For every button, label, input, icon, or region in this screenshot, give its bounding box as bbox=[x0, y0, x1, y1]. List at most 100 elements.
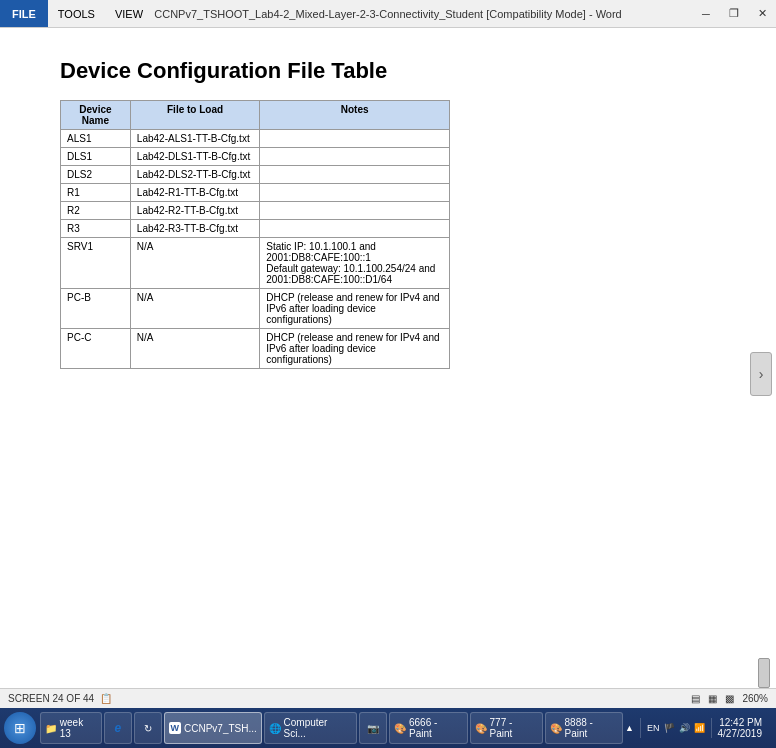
view-icon-1[interactable]: ▤ bbox=[691, 693, 700, 704]
taskbar-item-label: week 13 bbox=[60, 717, 97, 739]
cell-file-to-load: N/A bbox=[130, 238, 259, 289]
cell-notes: Static IP: 10.1.100.1 and 2001:DB8:CAFE:… bbox=[260, 238, 450, 289]
cell-file-to-load: N/A bbox=[130, 289, 259, 329]
taskbar-item-week13[interactable]: 📁 week 13 bbox=[40, 712, 102, 744]
status-bar: SCREEN 24 OF 44 📋 ▤ ▦ ▩ 260% bbox=[0, 688, 776, 708]
taskbar-paint2-label: 777 - Paint bbox=[490, 717, 538, 739]
tools-menu[interactable]: TOOLS bbox=[48, 0, 105, 27]
device-config-table: Device Name File to Load Notes ALS1Lab42… bbox=[60, 100, 450, 369]
screen-info: SCREEN 24 OF 44 bbox=[8, 693, 94, 704]
paint-icon-1: 🎨 bbox=[394, 723, 406, 734]
header-notes: Notes bbox=[260, 101, 450, 130]
cell-device-name: PC-B bbox=[61, 289, 131, 329]
taskbar-item-paint3[interactable]: 🎨 8888 - Paint bbox=[545, 712, 624, 744]
status-left: SCREEN 24 OF 44 📋 bbox=[8, 693, 112, 704]
cell-notes bbox=[260, 184, 450, 202]
start-button[interactable]: ⊞ bbox=[4, 712, 36, 744]
tray-speaker: 🔊 bbox=[679, 723, 690, 733]
file-menu[interactable]: FILE bbox=[0, 0, 48, 27]
tray-separator bbox=[640, 718, 641, 738]
table-row: PC-CN/ADHCP (release and renew for IPv4 … bbox=[61, 329, 450, 369]
taskbar-item-ie[interactable]: e bbox=[104, 712, 132, 744]
table-row: R1Lab42-R1-TT-B-Cfg.txt bbox=[61, 184, 450, 202]
table-body: ALS1Lab42-ALS1-TT-B-Cfg.txtDLS1Lab42-DLS… bbox=[61, 130, 450, 369]
table-row: PC-BN/ADHCP (release and renew for IPv4 … bbox=[61, 289, 450, 329]
taskbar-item-paint2[interactable]: 🎨 777 - Paint bbox=[470, 712, 543, 744]
cell-device-name: R1 bbox=[61, 184, 131, 202]
cell-notes bbox=[260, 148, 450, 166]
cell-device-name: PC-C bbox=[61, 329, 131, 369]
taskbar-item-chrome[interactable]: 🌐 Computer Sci... bbox=[264, 712, 357, 744]
table-row: R2Lab42-R2-TT-B-Cfg.txt bbox=[61, 202, 450, 220]
tray-up-arrow[interactable]: ▲ bbox=[625, 723, 634, 733]
table-row: SRV1N/AStatic IP: 10.1.100.1 and 2001:DB… bbox=[61, 238, 450, 289]
cell-device-name: DLS2 bbox=[61, 166, 131, 184]
cell-device-name: ALS1 bbox=[61, 130, 131, 148]
taskbar: ⊞ 📁 week 13 e ↻ W CCNPv7_TSH... 🌐 Comput… bbox=[0, 708, 776, 748]
system-tray: ▲ EN 🏴 🔊 📶 12:42 PM 4/27/2019 bbox=[625, 717, 772, 739]
clock-date: 4/27/2019 bbox=[718, 728, 763, 739]
table-row: DLS2Lab42-DLS2-TT-B-Cfg.txt bbox=[61, 166, 450, 184]
cell-file-to-load: Lab42-ALS1-TT-B-Cfg.txt bbox=[130, 130, 259, 148]
cell-notes bbox=[260, 220, 450, 238]
system-clock[interactable]: 12:42 PM 4/27/2019 bbox=[718, 717, 769, 739]
close-button[interactable]: ✕ bbox=[748, 0, 776, 27]
clock-separator bbox=[711, 718, 712, 738]
title-bar: FILE TOOLS VIEW CCNPv7_TSHOOT_Lab4-2_Mix… bbox=[0, 0, 776, 28]
cell-notes bbox=[260, 202, 450, 220]
paint-icon-2: 🎨 bbox=[475, 723, 487, 734]
cell-notes bbox=[260, 166, 450, 184]
menu-bar: FILE TOOLS VIEW bbox=[0, 0, 153, 27]
table-row: ALS1Lab42-ALS1-TT-B-Cfg.txt bbox=[61, 130, 450, 148]
cell-device-name: R3 bbox=[61, 220, 131, 238]
tray-flag: 🏴 bbox=[664, 723, 675, 733]
window-controls: ─ ❐ ✕ bbox=[692, 0, 776, 27]
language-indicator: EN bbox=[647, 723, 660, 733]
taskbar-paint3-label: 8888 - Paint bbox=[565, 717, 619, 739]
page-title: Device Configuration File Table bbox=[60, 58, 716, 84]
cell-file-to-load: Lab42-R2-TT-B-Cfg.txt bbox=[130, 202, 259, 220]
cell-file-to-load: N/A bbox=[130, 329, 259, 369]
cell-device-name: SRV1 bbox=[61, 238, 131, 289]
table-row: DLS1Lab42-DLS1-TT-B-Cfg.txt bbox=[61, 148, 450, 166]
app-icon: 📷 bbox=[367, 723, 379, 734]
status-right: ▤ ▦ ▩ 260% bbox=[691, 693, 768, 704]
status-icon: 📋 bbox=[100, 693, 112, 704]
table-header-row: Device Name File to Load Notes bbox=[61, 101, 450, 130]
minimize-button[interactable]: ─ bbox=[692, 0, 720, 27]
scroll-indicator[interactable] bbox=[758, 658, 770, 688]
taskbar-item-word[interactable]: W CCNPv7_TSH... bbox=[164, 712, 262, 744]
cell-notes bbox=[260, 130, 450, 148]
view-menu[interactable]: VIEW bbox=[105, 0, 153, 27]
taskbar-item-refresh[interactable]: ↻ bbox=[134, 712, 162, 744]
view-icon-3[interactable]: ▩ bbox=[725, 693, 734, 704]
view-icon-2[interactable]: ▦ bbox=[708, 693, 717, 704]
cell-file-to-load: Lab42-R1-TT-B-Cfg.txt bbox=[130, 184, 259, 202]
document-title: CCNPv7_TSHOOT_Lab4-2_Mixed-Layer-2-3-Con… bbox=[154, 8, 621, 20]
refresh-icon: ↻ bbox=[144, 723, 152, 734]
nav-right-arrow[interactable]: › bbox=[750, 352, 772, 396]
taskbar-chrome-label: Computer Sci... bbox=[284, 717, 352, 739]
taskbar-paint1-label: 6666 - Paint bbox=[409, 717, 463, 739]
cell-device-name: R2 bbox=[61, 202, 131, 220]
table-row: R3Lab42-R3-TT-B-Cfg.txt bbox=[61, 220, 450, 238]
chrome-icon: 🌐 bbox=[269, 723, 281, 734]
content-area: Device Configuration File Table Device N… bbox=[0, 28, 776, 668]
taskbar-word-label: CCNPv7_TSH... bbox=[184, 723, 257, 734]
word-icon: W bbox=[169, 722, 182, 734]
cell-notes: DHCP (release and renew for IPv4 and IPv… bbox=[260, 289, 450, 329]
header-device-name: Device Name bbox=[61, 101, 131, 130]
ie-icon: e bbox=[114, 721, 121, 735]
cell-file-to-load: Lab42-R3-TT-B-Cfg.txt bbox=[130, 220, 259, 238]
taskbar-item-app[interactable]: 📷 bbox=[359, 712, 387, 744]
folder-icon: 📁 bbox=[45, 723, 57, 734]
clock-time: 12:42 PM bbox=[718, 717, 763, 728]
cell-file-to-load: Lab42-DLS2-TT-B-Cfg.txt bbox=[130, 166, 259, 184]
cell-file-to-load: Lab42-DLS1-TT-B-Cfg.txt bbox=[130, 148, 259, 166]
cell-device-name: DLS1 bbox=[61, 148, 131, 166]
taskbar-item-paint1[interactable]: 🎨 6666 - Paint bbox=[389, 712, 468, 744]
paint-icon-3: 🎨 bbox=[550, 723, 562, 734]
restore-button[interactable]: ❐ bbox=[720, 0, 748, 27]
header-file-to-load: File to Load bbox=[130, 101, 259, 130]
cell-notes: DHCP (release and renew for IPv4 and IPv… bbox=[260, 329, 450, 369]
